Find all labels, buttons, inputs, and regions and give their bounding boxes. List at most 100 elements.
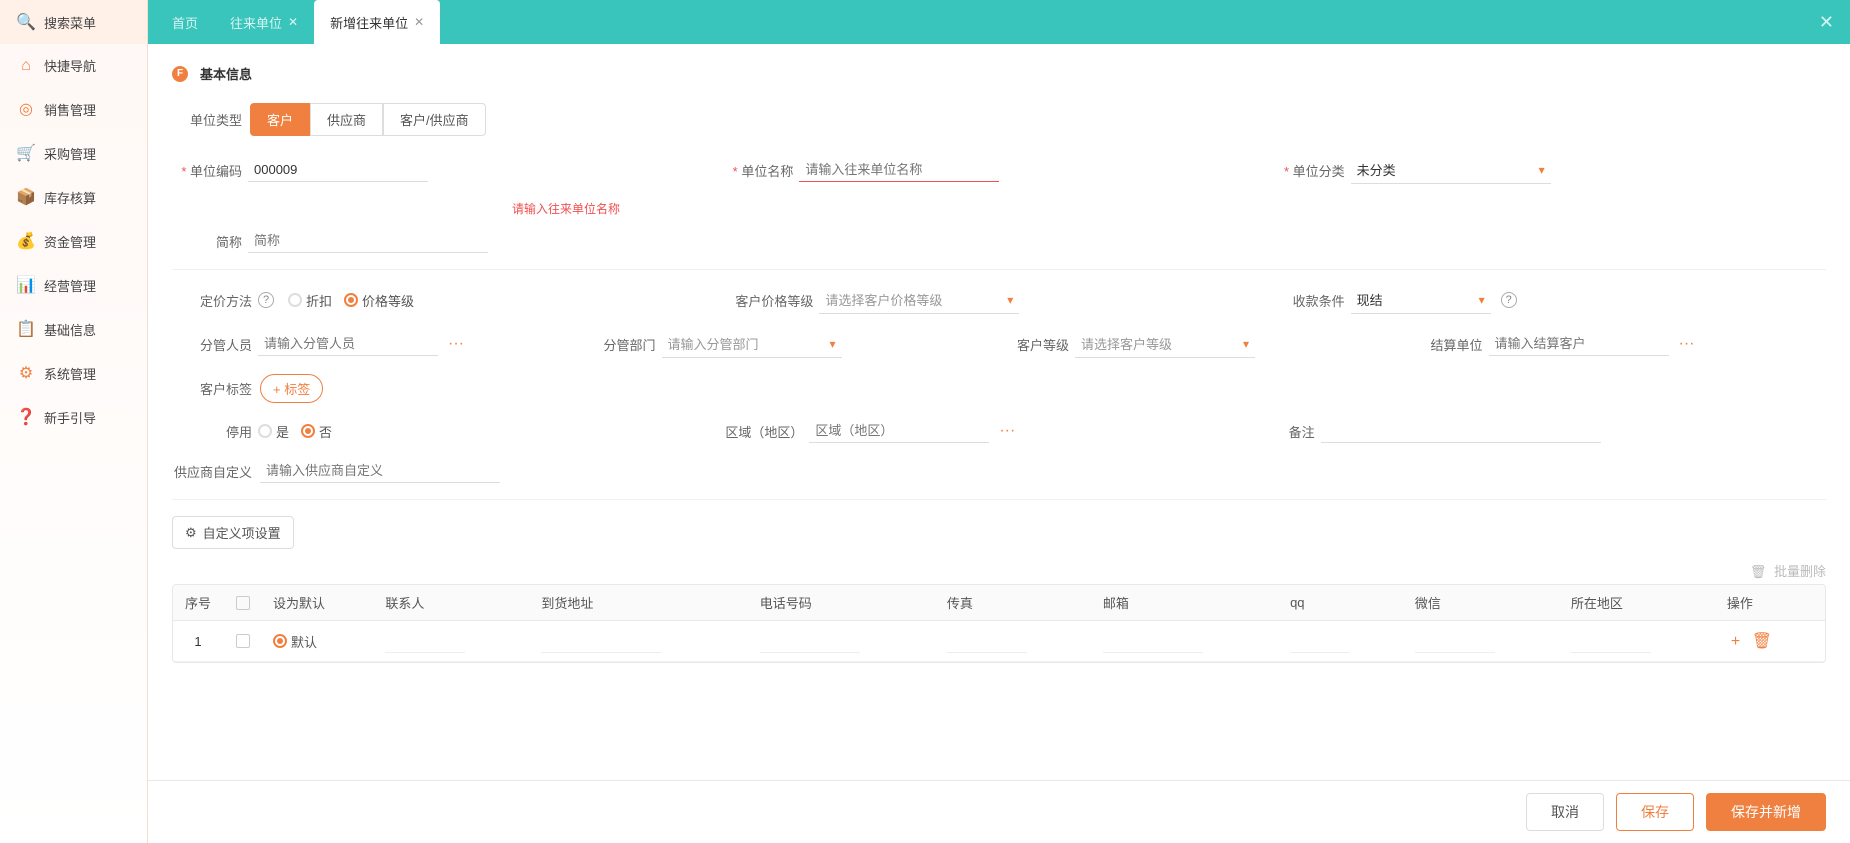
add-tag-button[interactable]: + 标签	[260, 374, 323, 403]
radio-yes[interactable]: 是	[258, 422, 289, 441]
field-pricing-method: 定价方法 ? 折扣 价格等级	[172, 291, 723, 310]
radio-no[interactable]: 否	[301, 422, 332, 441]
sidebar-item-quick-nav[interactable]: ⌂ 快捷导航	[0, 44, 147, 87]
close-new-contact-tab[interactable]: ✕	[414, 16, 424, 28]
select-all-checkbox[interactable]	[236, 596, 250, 610]
supervisor-input[interactable]	[258, 332, 438, 356]
customer-price-level-select[interactable]: 请选择客户价格等级 ▾	[819, 286, 1019, 314]
row-default-radio[interactable]: 默认	[273, 632, 365, 651]
row-supplier-custom: 供应商自定义	[172, 459, 1826, 483]
cell-fax	[937, 621, 1093, 662]
customer-price-level-arrow: ▾	[1007, 293, 1013, 307]
col-address: 到货地址	[531, 585, 749, 621]
region-ellipsis[interactable]: ···	[995, 422, 1019, 440]
col-wechat: 微信	[1405, 585, 1561, 621]
fax-input[interactable]	[947, 629, 1027, 653]
purchase-icon: 🛒	[16, 143, 36, 163]
sidebar-search[interactable]: 🔍 搜索菜单	[0, 0, 147, 44]
field-region: 区域（地区） ···	[723, 419, 1274, 443]
row-region-input[interactable]	[1571, 629, 1651, 653]
custom-settings-button[interactable]: ⚙ 自定义项设置	[172, 516, 294, 549]
section-header: F 基本信息	[172, 64, 1826, 83]
unit-btn-customer[interactable]: 客户	[250, 103, 310, 136]
sidebar-item-system[interactable]: ⚙ 系统管理	[0, 351, 147, 395]
email-input[interactable]	[1103, 629, 1203, 653]
cell-email	[1093, 621, 1280, 662]
phone-input[interactable]	[760, 629, 860, 653]
unit-type-label: 单位类型	[172, 110, 242, 129]
unit-category-select[interactable]: 未分类 ▾	[1351, 156, 1551, 184]
radio-discount[interactable]: 折扣	[288, 291, 332, 310]
row-disabled-region: 停用 是 否 区域（地区） ···	[172, 419, 1826, 443]
save-button[interactable]: 保存	[1616, 793, 1694, 831]
department-label: 分管部门	[586, 335, 656, 354]
tab-home[interactable]: 首页	[156, 0, 214, 44]
payment-terms-select[interactable]: 现结 ▾	[1351, 286, 1491, 314]
sidebar-item-operations[interactable]: 📊 经营管理	[0, 263, 147, 307]
unit-type-row: 单位类型 客户 供应商 客户/供应商	[172, 103, 1826, 136]
delete-row-button[interactable]: 🗑	[1748, 633, 1776, 650]
settlement-unit-input[interactable]	[1489, 332, 1669, 356]
unit-code-input[interactable]	[248, 158, 428, 182]
sidebar-item-finance[interactable]: 💰 资金管理	[0, 219, 147, 263]
tab-contacts[interactable]: 往来单位 ✕	[214, 0, 314, 44]
cancel-button[interactable]: 取消	[1526, 793, 1604, 831]
tab-bar: 首页 往来单位 ✕ 新增往来单位 ✕ ✕	[148, 0, 1850, 44]
tab-new-contact[interactable]: 新增往来单位 ✕	[314, 0, 440, 44]
tab-home-label: 首页	[172, 13, 198, 32]
sidebar-item-basic[interactable]: 📋 基础信息	[0, 307, 147, 351]
home-icon: ⌂	[16, 57, 36, 75]
supplier-custom-input[interactable]	[260, 459, 500, 483]
col-seq: 序号	[173, 585, 223, 621]
payment-terms-help-icon[interactable]: ?	[1501, 292, 1517, 308]
sidebar-item-label: 采购管理	[44, 144, 96, 163]
batch-delete-label[interactable]: 批量删除	[1774, 564, 1826, 579]
radio-yes-circle	[258, 424, 272, 438]
sidebar-item-label: 基础信息	[44, 320, 96, 339]
settlement-unit-ellipsis[interactable]: ···	[1675, 335, 1699, 353]
default-label: 默认	[291, 632, 317, 651]
save-new-button[interactable]: 保存并新增	[1706, 793, 1826, 831]
radio-discount-circle	[288, 293, 302, 307]
wechat-input[interactable]	[1415, 629, 1495, 653]
unit-name-input[interactable]	[799, 158, 999, 182]
qq-input[interactable]	[1290, 629, 1350, 653]
close-all-tabs[interactable]: ✕	[1811, 12, 1842, 33]
gear-icon: ⚙	[185, 525, 197, 541]
col-email: 邮箱	[1093, 585, 1280, 621]
col-fax: 传真	[937, 585, 1093, 621]
short-name-input[interactable]	[248, 229, 488, 253]
sidebar-item-purchase[interactable]: 🛒 采购管理	[0, 131, 147, 175]
unit-btn-supplier[interactable]: 供应商	[310, 103, 383, 136]
address-input[interactable]	[541, 629, 661, 653]
customer-level-placeholder: 请选择客户等级	[1081, 334, 1243, 353]
supervisor-ellipsis[interactable]: ···	[444, 335, 468, 353]
sidebar-item-inventory[interactable]: 📦 库存核算	[0, 175, 147, 219]
customer-level-select[interactable]: 请选择客户等级 ▾	[1075, 330, 1255, 358]
radio-discount-label: 折扣	[306, 291, 332, 310]
add-row-button[interactable]: +	[1727, 633, 1744, 650]
row-checkbox[interactable]	[236, 634, 250, 648]
pricing-help-icon[interactable]: ?	[258, 292, 274, 308]
tab-new-contact-label: 新增往来单位	[330, 13, 408, 32]
row-pricing: 定价方法 ? 折扣 价格等级 客户价格等级	[172, 286, 1826, 314]
field-unit-code: 单位编码	[172, 158, 723, 182]
remarks-input[interactable]	[1321, 419, 1601, 443]
contact-input[interactable]	[385, 629, 465, 653]
close-contacts-tab[interactable]: ✕	[288, 16, 298, 28]
row-code-name-category: 单位编码 单位名称 单位分类 未分类 ▾	[172, 156, 1826, 184]
col-phone: 电话号码	[750, 585, 937, 621]
sidebar-item-sales[interactable]: ◎ 销售管理	[0, 87, 147, 131]
department-select[interactable]: 请输入分管部门 ▾	[662, 330, 842, 358]
unit-btn-both[interactable]: 客户/供应商	[383, 103, 486, 136]
table-row: 1 默认	[173, 621, 1825, 662]
sidebar-item-label: 快捷导航	[44, 56, 96, 75]
sidebar-item-guide[interactable]: ❓ 新手引导	[0, 395, 147, 439]
region-input[interactable]	[809, 419, 989, 443]
radio-price-level-label: 价格等级	[362, 291, 414, 310]
radio-price-level[interactable]: 价格等级	[344, 291, 414, 310]
col-region: 所在地区	[1561, 585, 1717, 621]
cell-checkbox	[223, 621, 263, 662]
col-checkbox	[223, 585, 263, 621]
basic-icon: 📋	[16, 319, 36, 339]
